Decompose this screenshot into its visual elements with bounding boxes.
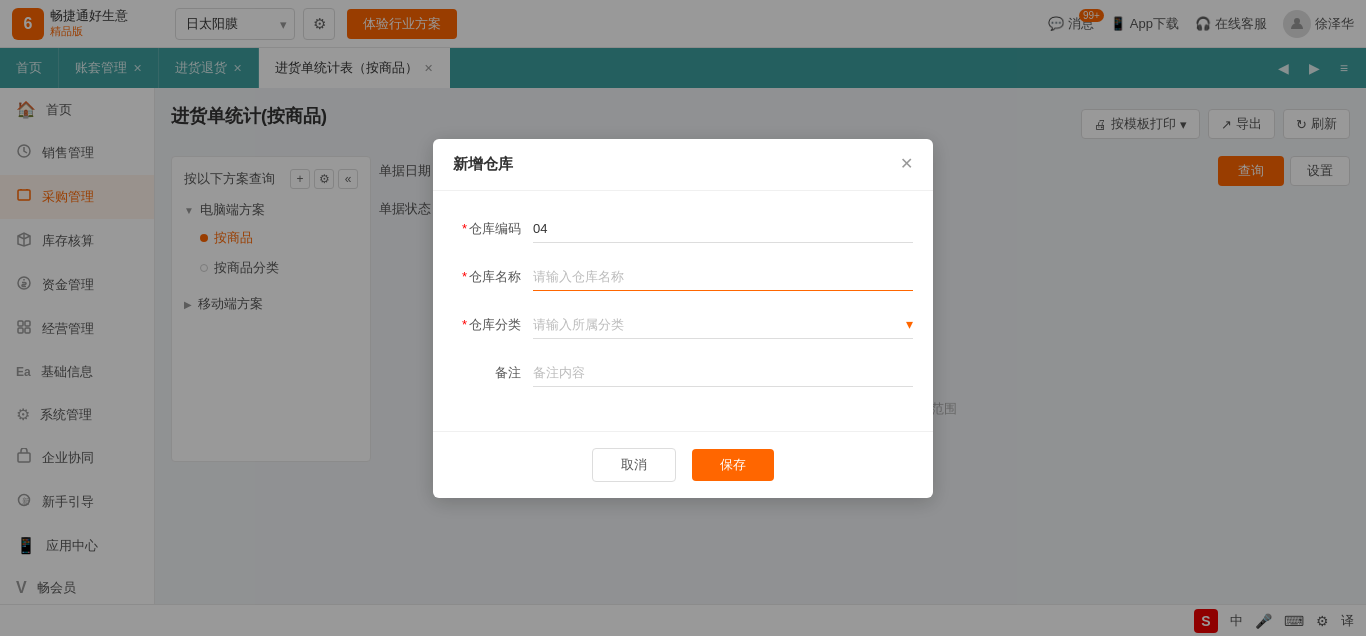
modal-footer: 取消 保存 — [433, 431, 933, 498]
name-input[interactable] — [533, 263, 913, 291]
form-row-remark: 备注 — [453, 359, 913, 387]
modal-close-btn[interactable]: ✕ — [900, 156, 913, 172]
modal-title: 新增仓库 — [453, 155, 513, 174]
category-select[interactable]: 请输入所属分类 — [533, 311, 913, 338]
form-row-category: 仓库分类 请输入所属分类 ▾ — [453, 311, 913, 339]
modal-body: 仓库编码 仓库名称 仓库分类 请输入所属分类 ▾ 备注 — [433, 191, 933, 431]
modal-overlay[interactable]: 新增仓库 ✕ 仓库编码 仓库名称 仓库分类 请输入所属分类 ▾ — [0, 0, 1366, 636]
form-row-code: 仓库编码 — [453, 215, 913, 243]
category-select-wrap[interactable]: 请输入所属分类 ▾ — [533, 311, 913, 339]
form-row-name: 仓库名称 — [453, 263, 913, 291]
remark-label: 备注 — [453, 364, 533, 382]
category-label: 仓库分类 — [453, 316, 533, 334]
save-button[interactable]: 保存 — [692, 449, 774, 481]
remark-input[interactable] — [533, 359, 913, 387]
code-label: 仓库编码 — [453, 220, 533, 238]
modal-header: 新增仓库 ✕ — [433, 139, 933, 191]
cancel-button[interactable]: 取消 — [592, 448, 676, 482]
name-label: 仓库名称 — [453, 268, 533, 286]
modal-new-warehouse: 新增仓库 ✕ 仓库编码 仓库名称 仓库分类 请输入所属分类 ▾ — [433, 139, 933, 498]
code-input[interactable] — [533, 215, 913, 243]
